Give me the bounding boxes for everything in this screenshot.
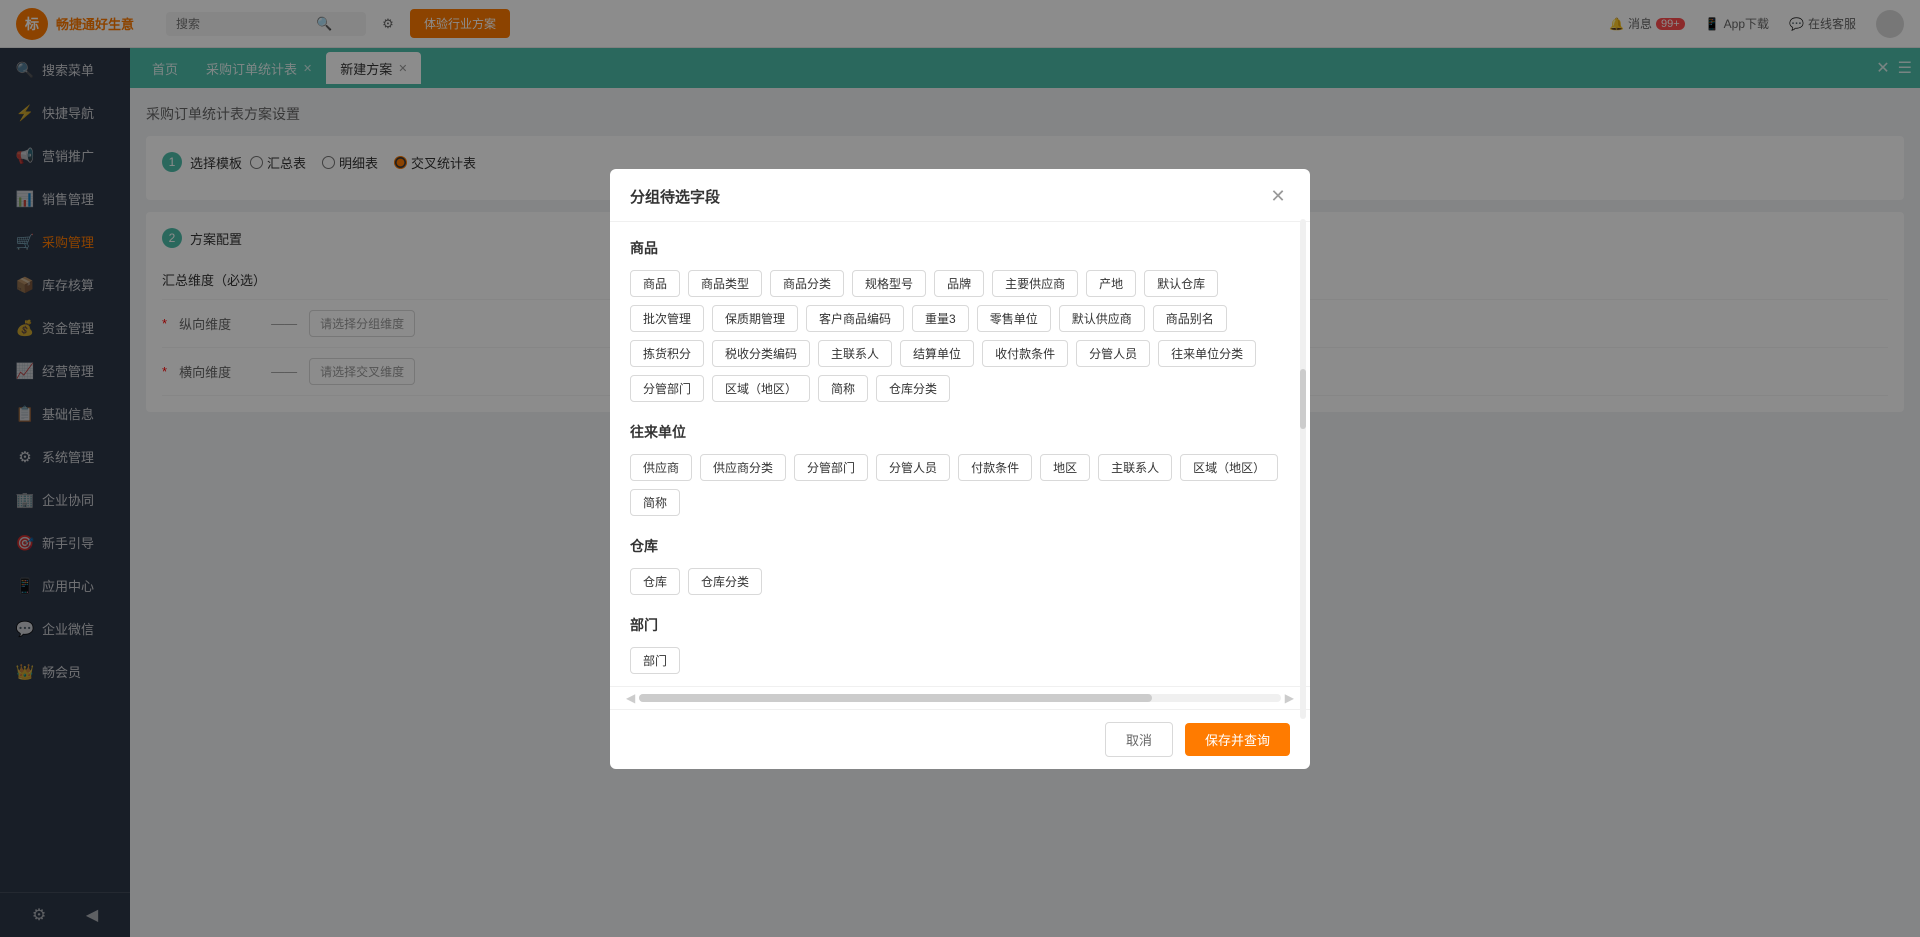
field-tag-default-supplier[interactable]: 默认供应商 (1059, 305, 1145, 332)
field-tag-alias[interactable]: 商品别名 (1153, 305, 1227, 332)
field-tag-product[interactable]: 商品 (630, 270, 680, 297)
field-tag-counterpart-contact[interactable]: 主联系人 (1098, 454, 1172, 481)
field-tag-department[interactable]: 部门 (630, 647, 680, 674)
field-tag-customer-code[interactable]: 客户商品编码 (806, 305, 904, 332)
field-tag-payment-terms[interactable]: 收付款条件 (982, 340, 1068, 367)
field-tag-spec[interactable]: 规格型号 (852, 270, 926, 297)
field-group-counterpart: 往来单位 供应商 供应商分类 分管部门 分管人员 付款条件 地区 主联系人 区域… (630, 422, 1290, 516)
field-tag-product-category[interactable]: 商品分类 (770, 270, 844, 297)
field-tag-origin[interactable]: 产地 (1086, 270, 1136, 297)
field-tag-counterpart-cat[interactable]: 往来单位分类 (1158, 340, 1256, 367)
field-tag-warehouse-cat[interactable]: 仓库分类 (876, 375, 950, 402)
modal-title: 分组待选字段 (630, 186, 720, 207)
modal-overlay: 分组待选字段 ✕ 商品 商品 商品类型 商品分类 规格型号 品牌 主要供应商 产… (0, 0, 1920, 937)
field-group-product: 商品 商品 商品类型 商品分类 规格型号 品牌 主要供应商 产地 默认仓库 批次… (630, 238, 1290, 402)
field-tag-region[interactable]: 区域（地区） (712, 375, 810, 402)
field-tag-warehouse-category[interactable]: 仓库分类 (688, 568, 762, 595)
field-tag-counterpart-region[interactable]: 区域（地区） (1180, 454, 1278, 481)
warehouse-field-tags: 仓库 仓库分类 (630, 568, 1290, 595)
modal-body[interactable]: 商品 商品 商品类型 商品分类 规格型号 品牌 主要供应商 产地 默认仓库 批次… (610, 222, 1310, 686)
field-group-department-title: 部门 (630, 615, 1290, 635)
field-tag-default-warehouse[interactable]: 默认仓库 (1144, 270, 1218, 297)
field-tag-payment-condition[interactable]: 付款条件 (958, 454, 1032, 481)
field-tag-main-contact[interactable]: 主联系人 (818, 340, 892, 367)
field-tag-counterpart-abbr[interactable]: 简称 (630, 489, 680, 516)
product-field-tags: 商品 商品类型 商品分类 规格型号 品牌 主要供应商 产地 默认仓库 批次管理 … (630, 270, 1290, 402)
field-tag-main-supplier[interactable]: 主要供应商 (992, 270, 1078, 297)
modal-header: 分组待选字段 ✕ (610, 169, 1310, 222)
modal-vertical-scrollbar[interactable] (1300, 219, 1306, 719)
field-group-product-title: 商品 (630, 238, 1290, 258)
field-tag-counterpart-person[interactable]: 分管人员 (876, 454, 950, 481)
modal-horizontal-scrollbar[interactable]: ◀ ▶ (610, 686, 1310, 709)
modal-footer: 取消 保存并查询 (610, 709, 1310, 769)
field-tag-supplier[interactable]: 供应商 (630, 454, 692, 481)
cancel-button[interactable]: 取消 (1105, 722, 1173, 757)
field-tag-counterpart-dept[interactable]: 分管部门 (794, 454, 868, 481)
field-tag-retail-unit[interactable]: 零售单位 (977, 305, 1051, 332)
field-tag-product-type[interactable]: 商品类型 (688, 270, 762, 297)
field-tag-supervisor[interactable]: 分管人员 (1076, 340, 1150, 367)
field-group-warehouse-title: 仓库 (630, 536, 1290, 556)
field-tag-dept[interactable]: 分管部门 (630, 375, 704, 402)
field-tag-settlement-unit[interactable]: 结算单位 (900, 340, 974, 367)
field-tag-supplier-cat[interactable]: 供应商分类 (700, 454, 786, 481)
field-selection-modal: 分组待选字段 ✕ 商品 商品 商品类型 商品分类 规格型号 品牌 主要供应商 产… (610, 169, 1310, 769)
field-tag-tax-code[interactable]: 税收分类编码 (712, 340, 810, 367)
field-tag-warehouse[interactable]: 仓库 (630, 568, 680, 595)
modal-scrollbar-thumb (1300, 369, 1306, 429)
field-tag-pick-score[interactable]: 拣货积分 (630, 340, 704, 367)
department-field-tags: 部门 (630, 647, 1290, 674)
counterpart-field-tags: 供应商 供应商分类 分管部门 分管人员 付款条件 地区 主联系人 区域（地区） … (630, 454, 1290, 516)
field-tag-brand[interactable]: 品牌 (934, 270, 984, 297)
field-group-counterpart-title: 往来单位 (630, 422, 1290, 442)
modal-close-button[interactable]: ✕ (1266, 185, 1290, 209)
field-tag-abbr[interactable]: 简称 (818, 375, 868, 402)
field-tag-batch-mgmt[interactable]: 批次管理 (630, 305, 704, 332)
field-tag-shelf-life[interactable]: 保质期管理 (712, 305, 798, 332)
field-group-department: 部门 部门 (630, 615, 1290, 674)
field-group-warehouse: 仓库 仓库 仓库分类 (630, 536, 1290, 595)
save-query-button[interactable]: 保存并查询 (1185, 723, 1290, 756)
field-tag-area[interactable]: 地区 (1040, 454, 1090, 481)
hscroll-track (639, 694, 1281, 702)
hscroll-thumb (639, 694, 1152, 702)
field-tag-weight[interactable]: 重量3 (912, 305, 969, 332)
